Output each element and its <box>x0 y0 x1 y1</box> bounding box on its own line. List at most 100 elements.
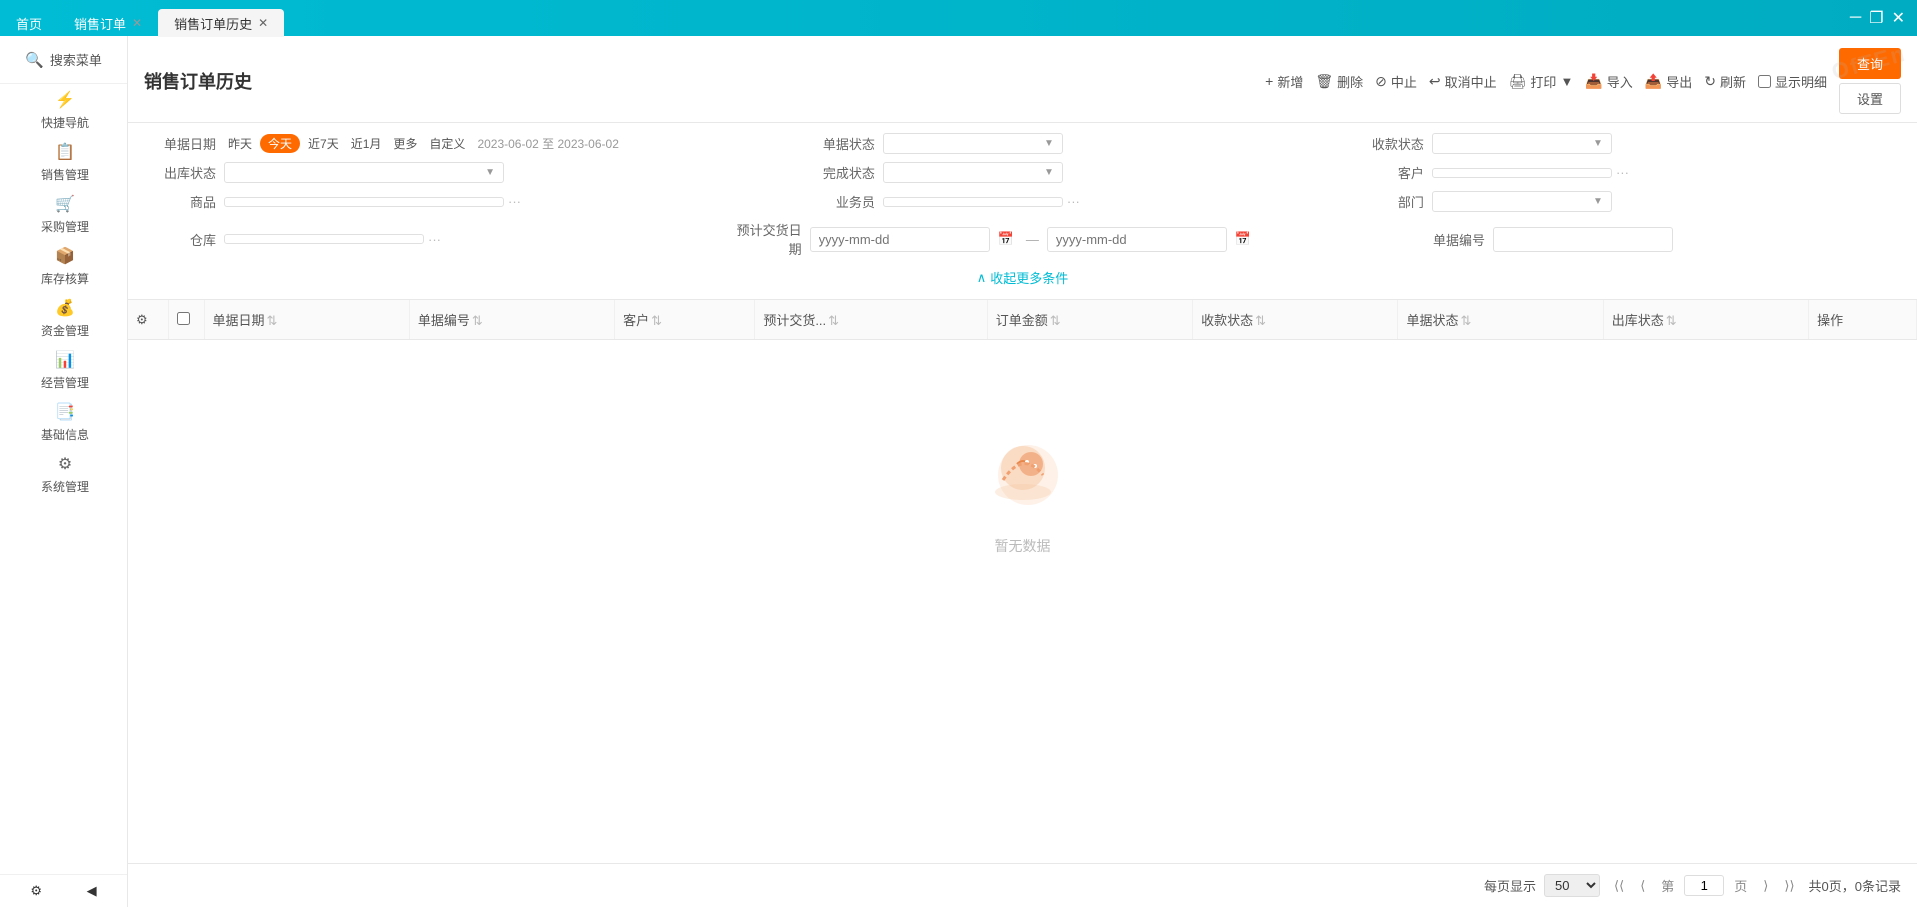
sidebar-item-inventory[interactable]: 📦库存核算 <box>0 240 127 292</box>
delete-label: 删除 <box>1337 72 1363 91</box>
filter-customer-control: ··· <box>1432 165 1901 180</box>
date-btn-today[interactable]: 今天 <box>260 134 300 153</box>
print-arrow: ▼ <box>1560 74 1573 89</box>
sidebar-item-operations[interactable]: 📊经营管理 <box>0 344 127 396</box>
filter-delivery-label: 预计交货日期 <box>730 220 810 258</box>
stop-label: 中止 <box>1391 72 1417 91</box>
col-amount-sort[interactable]: 订单金额 <box>996 313 1048 328</box>
customer-input[interactable] <box>1432 168 1612 178</box>
col-date-sort[interactable]: 单据日期 <box>213 313 265 328</box>
date-btn-7days[interactable]: 近7天 <box>304 134 343 153</box>
warehouse-dots[interactable]: ··· <box>428 232 441 247</box>
complete-select[interactable]: ▼ <box>883 162 1063 183</box>
empty-illustration <box>973 420 1073 520</box>
outbound-arrow: ▼ <box>485 167 495 178</box>
page-header: 销售订单历史 +新增🗑删除⊘中止↩取消中止🖨打印▼📥导入📤导出↻刷新 显示明细 … <box>128 36 1917 123</box>
restore-icon[interactable]: ❐ <box>1869 8 1883 28</box>
filter-date: 单据日期 昨天 今天 近7天 近1月 更多 自定义 2023-06-02 至 2… <box>144 134 803 153</box>
goods-input[interactable] <box>224 197 504 207</box>
payment-status-select[interactable]: ▼ <box>1432 133 1612 154</box>
sidebar-search[interactable]: 🔍 搜索菜单 <box>0 36 127 84</box>
cancel-stop-button[interactable]: ↩取消中止 <box>1429 72 1497 91</box>
delete-button[interactable]: 🗑删除 <box>1315 72 1363 91</box>
tab-销售订单[interactable]: 销售订单 ✕ <box>58 9 158 37</box>
export-icon: 📤 <box>1645 73 1662 90</box>
th-settings[interactable]: ⚙ <box>128 300 168 340</box>
query-button[interactable]: 查询 <box>1839 48 1901 79</box>
col-outbound-sort[interactable]: 出库状态 <box>1612 313 1664 328</box>
date-btn-1month[interactable]: 近1月 <box>347 134 386 153</box>
sort-icon: ⇅ <box>828 313 839 328</box>
filter-department: 部门 ▼ <box>1352 191 1901 212</box>
delivery-date-start[interactable] <box>810 227 990 252</box>
next-page-btn[interactable]: ⟩ <box>1757 876 1774 896</box>
select-all-checkbox[interactable] <box>177 312 190 325</box>
col-settings-icon[interactable]: ⚙ <box>136 312 148 327</box>
sidebar-item-base-info[interactable]: 📑基础信息 <box>0 396 127 448</box>
tab-label: 销售订单 <box>74 14 126 33</box>
minimize-icon[interactable]: ─ <box>1850 9 1861 27</box>
filter-salesperson-control: ··· <box>883 194 1352 209</box>
show-details-input[interactable] <box>1758 75 1771 88</box>
date-btn-yesterday[interactable]: 昨天 <box>224 134 256 153</box>
collapse-more-btn[interactable]: ∧ 收起更多条件 <box>144 266 1901 289</box>
department-arrow: ▼ <box>1593 196 1603 207</box>
sidebar-item-quick-nav[interactable]: ⚡快捷导航 <box>0 84 127 136</box>
sort-icon: ⇅ <box>472 313 483 328</box>
delivery-date-dash: — <box>1026 232 1039 247</box>
print-button[interactable]: 🖨打印▼ <box>1509 72 1574 91</box>
sidebar-item-system[interactable]: ⚙系统管理 <box>0 448 127 500</box>
col-customer-sort[interactable]: 客户 <box>623 313 649 328</box>
salesperson-dots[interactable]: ··· <box>1067 194 1080 209</box>
department-select[interactable]: ▼ <box>1432 191 1612 212</box>
col-status-sort[interactable]: 单据状态 <box>1406 313 1458 328</box>
sidebar-collapse-icon[interactable]: ◀ <box>87 883 97 899</box>
pagination-bar: 每页显示 50 10 20 100 ⟨⟨ ⟨ 第 页 ⟩ ⟩⟩ 共0页，0条记录 <box>128 863 1917 907</box>
sidebar-item-purchase-mgmt[interactable]: 🛒采购管理 <box>0 188 127 240</box>
date-btn-more[interactable]: 更多 <box>389 134 421 153</box>
tab-首页[interactable]: 首页 <box>0 9 58 37</box>
tab-销售订单历史[interactable]: 销售订单历史✕ <box>158 9 284 37</box>
new-icon: + <box>1265 73 1273 89</box>
col-number-sort[interactable]: 单据编号 <box>418 313 470 328</box>
tab-close-icon[interactable]: ✕ <box>258 16 268 30</box>
date-btn-custom[interactable]: 自定义 <box>425 134 469 153</box>
last-page-btn[interactable]: ⟩⟩ <box>1778 876 1800 896</box>
first-page-btn[interactable]: ⟨⟨ <box>1608 876 1630 896</box>
total-records: 共0页，0条记录 <box>1809 876 1901 895</box>
page-number-input[interactable] <box>1684 875 1724 896</box>
sidebar-item-label: 系统管理 <box>41 478 89 495</box>
filter-department-label: 部门 <box>1352 192 1432 211</box>
doc-number-input[interactable] <box>1493 227 1673 252</box>
delivery-date-end[interactable] <box>1047 227 1227 252</box>
sidebar-item-label: 基础信息 <box>41 426 89 443</box>
col-delivery-sort[interactable]: 预计交货... <box>763 313 826 328</box>
sidebar-item-finance[interactable]: 💰资金管理 <box>0 292 127 344</box>
close-icon[interactable]: ✕ <box>1892 8 1905 28</box>
inventory-icon: 📦 <box>55 246 75 266</box>
setting-button[interactable]: 设置 <box>1839 83 1901 114</box>
goods-dots[interactable]: ··· <box>508 194 521 209</box>
doc-status-select[interactable]: ▼ <box>883 133 1063 154</box>
collapse-arrow-icon: ∧ <box>977 270 987 286</box>
purchase-mgmt-icon: 🛒 <box>55 194 75 214</box>
show-details-checkbox[interactable]: 显示明细 <box>1758 72 1827 91</box>
import-button[interactable]: 📥导入 <box>1585 72 1632 91</box>
refresh-button[interactable]: ↻刷新 <box>1704 72 1746 91</box>
filter-department-control: ▼ <box>1432 191 1901 212</box>
customer-dots[interactable]: ··· <box>1616 165 1629 180</box>
tab-close-icon[interactable]: ✕ <box>132 16 142 30</box>
export-button[interactable]: 📤导出 <box>1645 72 1692 91</box>
warehouse-input[interactable] <box>224 234 424 244</box>
new-button[interactable]: +新增 <box>1265 72 1303 91</box>
stop-button[interactable]: ⊘中止 <box>1375 72 1417 91</box>
sidebar-item-sales-mgmt[interactable]: 📋销售管理 <box>0 136 127 188</box>
th-check[interactable] <box>168 300 204 340</box>
outbound-select[interactable]: ▼ <box>224 162 504 183</box>
page-label: 第 <box>1655 874 1680 897</box>
page-size-select[interactable]: 50 10 20 100 <box>1544 874 1600 897</box>
salesperson-input[interactable] <box>883 197 1063 207</box>
sidebar-settings-icon[interactable]: ⚙ <box>30 883 42 899</box>
prev-page-btn[interactable]: ⟨ <box>1634 876 1651 896</box>
col-payment-sort[interactable]: 收款状态 <box>1201 313 1253 328</box>
